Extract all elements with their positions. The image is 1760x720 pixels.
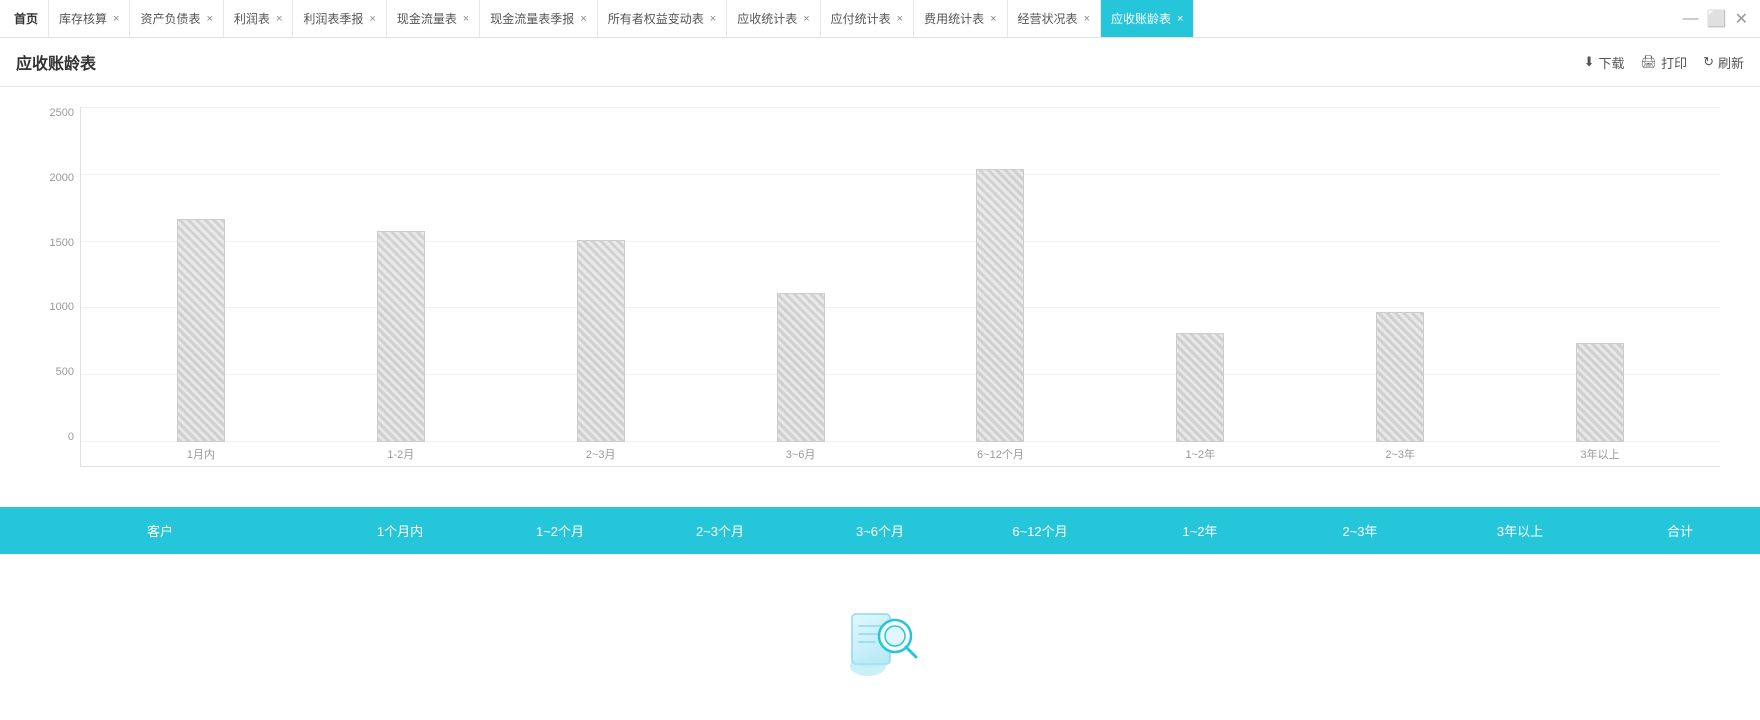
close-tab-cashflow[interactable]: × [463,13,469,25]
table-header-col-2: 1~2个月 [480,521,640,540]
y-label-0: 0 [68,431,74,443]
y-label-1500: 1500 [50,237,74,249]
table-header-col-9: 合计 [1600,521,1760,540]
x-label-0: 1月内 [171,446,231,462]
close-tab-expense-stat[interactable]: × [990,13,996,25]
tab-cashflow-quarterly[interactable]: 现金流量表季报 × [480,0,597,38]
bar-7 [1576,343,1624,442]
close-tab-inventory[interactable]: × [113,13,119,25]
x-label-2: 2~3月 [571,446,631,462]
x-label-1: 1-2月 [371,446,431,462]
bar-2 [577,240,625,442]
bar-group-0 [177,219,225,442]
bar-3 [777,293,825,442]
y-label-1000: 1000 [50,301,74,313]
tab-inventory[interactable]: 库存核算 × [49,0,130,38]
tab-payable-stat[interactable]: 应付统计表 × [821,0,914,38]
page-title: 应收账龄表 [16,50,96,74]
tab-balance[interactable]: 资产负债表 × [130,0,223,38]
bar-group-1 [377,231,425,442]
x-label-7: 3年以上 [1570,446,1630,462]
tab-cashflow[interactable]: 现金流量表 × [387,0,480,38]
chart-body: 1月内 1-2月 2~3月 3~6月 6~12个月 1~2年 2~3年 3年以上 [80,107,1720,467]
x-label-3: 3~6月 [771,446,831,462]
y-label-2000: 2000 [50,172,74,184]
x-axis: 1月内 1-2月 2~3月 3~6月 6~12个月 1~2年 2~3年 3年以上 [81,442,1720,466]
tab-operation[interactable]: 经营状况表 × [1008,0,1101,38]
x-label-5: 1~2年 [1170,446,1230,462]
close-tab-receivable-stat[interactable]: × [803,13,809,25]
bar-6 [1376,312,1424,442]
minimize-button[interactable]: — [1683,10,1699,28]
tab-profit[interactable]: 利润表 × [224,0,293,38]
print-button[interactable]: 🖨 打印 [1641,53,1688,72]
tab-receivable-aging[interactable]: 应收账龄表 × [1101,0,1194,38]
chart-wrapper: 0 500 1000 1500 2000 2500 [40,107,1720,467]
y-label-500: 500 [56,366,74,378]
page-container: 应收账龄表 ⬇ 下载 🖨 打印 ↻ 刷新 0 500 [0,38,1760,720]
bars-container [81,107,1720,442]
close-tab-receivable-aging[interactable]: × [1177,13,1183,25]
tab-expense-stat[interactable]: 费用统计表 × [914,0,1007,38]
table-header-col-3: 2~3个月 [640,521,800,540]
close-tab-profit[interactable]: × [276,13,282,25]
table-header-col-1: 1个月内 [320,521,480,540]
page-actions: ⬇ 下载 🖨 打印 ↻ 刷新 [1584,53,1744,72]
x-label-4: 6~12个月 [970,446,1030,462]
download-button[interactable]: ⬇ 下载 [1584,53,1625,72]
bar-4 [976,169,1024,442]
page-header: 应收账龄表 ⬇ 下载 🖨 打印 ↻ 刷新 [0,38,1760,87]
bar-group-5 [1176,333,1224,442]
tab-profit-quarterly[interactable]: 利润表季报 × [293,0,386,38]
bar-0 [177,219,225,442]
bar-group-7 [1576,343,1624,442]
maximize-button[interactable]: ⬜ [1707,9,1727,29]
bar-5 [1176,333,1224,442]
close-button[interactable]: ✕ [1735,9,1748,29]
tab-home[interactable]: 首页 [4,0,49,38]
close-tab-operation[interactable]: × [1084,13,1090,25]
x-label-6: 2~3年 [1370,446,1430,462]
close-tab-cashflow-quarterly[interactable]: × [580,13,586,25]
table-header-col-0: 客户 [0,521,320,540]
download-icon: ⬇ [1584,54,1595,70]
table-header-col-4: 3~6个月 [800,521,960,540]
table-header-col-7: 2~3年 [1280,521,1440,540]
y-label-2500: 2500 [50,107,74,119]
main-content: 0 500 1000 1500 2000 2500 [0,87,1760,720]
y-axis: 0 500 1000 1500 2000 2500 [40,107,80,467]
print-icon: 🖨 [1641,54,1658,70]
bar-group-6 [1376,312,1424,442]
table-header-col-5: 6~12个月 [960,521,1120,540]
window-actions: — ⬜ ✕ [1683,9,1756,29]
bar-group-4 [976,169,1024,442]
refresh-icon: ↻ [1703,54,1714,70]
close-tab-payable-stat[interactable]: × [897,13,903,25]
refresh-button[interactable]: ↻ 刷新 [1703,53,1744,72]
table-header-col-8: 3年以上 [1440,521,1600,540]
close-tab-profit-quarterly[interactable]: × [369,13,375,25]
bar-1 [377,231,425,442]
chart-area: 0 500 1000 1500 2000 2500 [0,87,1760,507]
table-header: 客户1个月内1~2个月2~3个月3~6个月6~12个月1~2年2~3年3年以上合… [0,507,1760,554]
table-header-col-6: 1~2年 [1120,521,1280,540]
empty-icon [830,594,930,684]
close-tab-balance[interactable]: × [206,13,212,25]
close-tab-equity[interactable]: × [710,13,716,25]
bar-group-2 [577,240,625,442]
empty-state [0,554,1760,720]
tab-equity[interactable]: 所有者权益变动表 × [598,0,727,38]
tab-receivable-stat[interactable]: 应收统计表 × [727,0,820,38]
bar-group-3 [777,293,825,442]
tab-bar: 首页 库存核算 × 资产负债表 × 利润表 × 利润表季报 × 现金流量表 × … [0,0,1760,38]
